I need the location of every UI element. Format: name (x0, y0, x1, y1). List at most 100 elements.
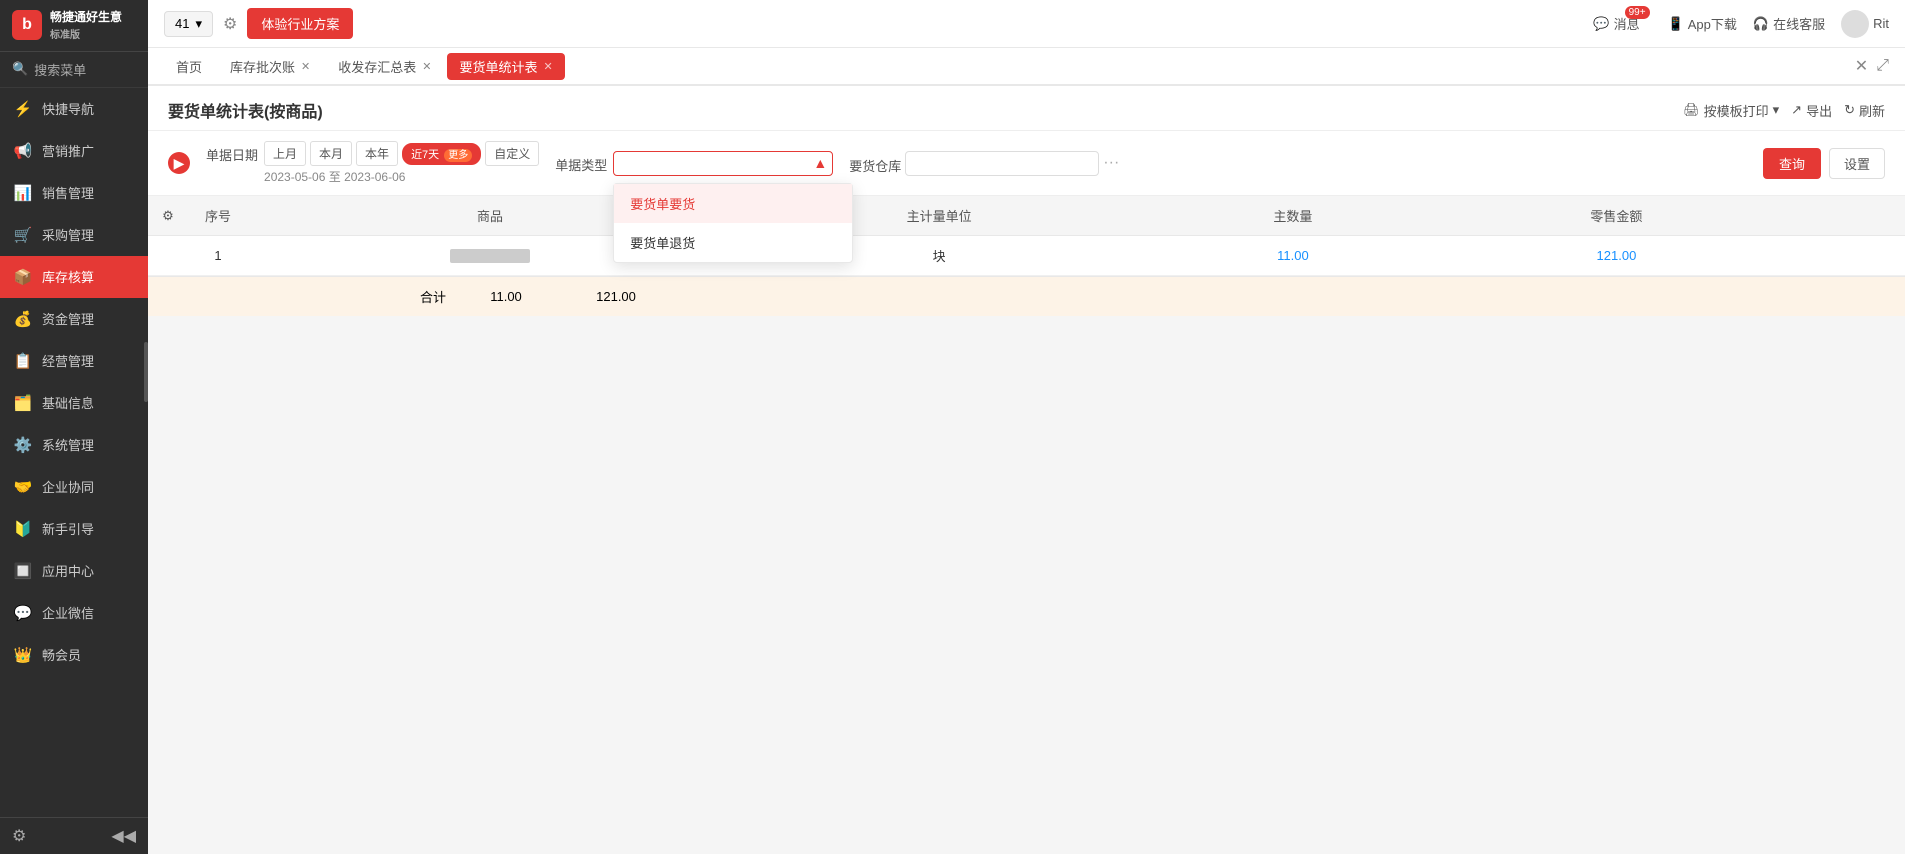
sidebar-icon-basic-info: 🗂️ (12, 392, 34, 414)
refresh-btn[interactable]: ↻ 刷新 (1844, 101, 1885, 120)
tab-receive-summary-close[interactable]: ✕ (422, 60, 431, 73)
sidebar-icon-marketing: 📢 (12, 140, 34, 162)
sidebar-icon-system: ⚙️ (12, 434, 34, 456)
table-body: 1 块 11.00 121.00 (148, 236, 1905, 276)
sidebar-item-app-center[interactable]: 🔲应用中心 (0, 550, 148, 592)
restore-tabs-btn[interactable]: ⤢ (1876, 57, 1889, 75)
print-label: 按模板打印 (1704, 101, 1769, 120)
table-row: 1 块 11.00 121.00 (148, 236, 1905, 276)
tab-inventory-batch-close[interactable]: ✕ (301, 60, 310, 73)
date-btn-last-month[interactable]: 上月 (264, 141, 306, 166)
print-btn[interactable]: 🖨 按模板打印 ▾ (1683, 101, 1779, 120)
close-all-tabs-btn[interactable]: ✕ (1855, 56, 1868, 76)
user-name: Rit (1873, 16, 1889, 31)
company-selector-text: 41 (175, 16, 189, 31)
tabs-actions: ✕ ⤢ (1855, 56, 1889, 76)
sidebar-item-operations[interactable]: 📋 经营管理 (0, 340, 148, 382)
sidebar-icon-purchase: 🛒 (12, 224, 34, 246)
sidebar-item-purchase[interactable]: 🛒 采购管理 (0, 214, 148, 256)
app-download-btn[interactable]: 📱 App下载 (1668, 14, 1737, 33)
sidebar-item-enterprise[interactable]: 🤝 企业协同 (0, 466, 148, 508)
tab-order-stats-close[interactable]: ✕ (544, 60, 553, 73)
trial-btn[interactable]: 体验行业方案 (247, 8, 353, 39)
sidebar-item-finance[interactable]: 💰资金管理 (0, 298, 148, 340)
sidebar-icon-operations: 📋 (12, 350, 34, 372)
sidebar-icon-app-center: 🔲 (12, 560, 34, 582)
date-filter-group: 单据日期 上月 本月 本年 近7天 更多 自定义 2023-05-06 至 20… (206, 141, 539, 185)
sidebar-item-guide[interactable]: 🔰新手引导 (0, 508, 148, 550)
export-icon: ↗ (1791, 102, 1802, 118)
warehouse-filter-label: 要货仓库 (849, 152, 901, 175)
date-btn-this-month[interactable]: 本月 (310, 141, 352, 166)
sidebar-item-member[interactable]: 👑畅会员 (0, 634, 148, 676)
footer-amount: 121.00 (566, 289, 666, 304)
col-header-amount: 零售金额 (1440, 196, 1794, 236)
sidebar-footer: ⚙ ◀◀ (0, 817, 148, 854)
date-btn-recent7[interactable]: 近7天 更多 (402, 143, 481, 165)
expand-filter-btn[interactable]: ▶ (168, 152, 190, 174)
col-header-quantity: 主数量 (1146, 196, 1439, 236)
query-btn[interactable]: 查询 (1763, 148, 1821, 179)
export-label: 导出 (1806, 101, 1832, 120)
topbar-settings-icon[interactable]: ⚙ (223, 14, 237, 34)
filter-actions: 查询 设置 (1763, 148, 1885, 179)
row-quantity: 11.00 (1146, 236, 1439, 276)
warehouse-filter-group: 要货仓库 ··· (849, 151, 1119, 176)
dropdown-item-order-request[interactable]: 要货单要货 (614, 184, 852, 223)
sidebar-item-quick-nav[interactable]: ⚡快捷导航 (0, 88, 148, 130)
sidebar-item-wechat[interactable]: 💬企业微信 (0, 592, 148, 634)
footer-quantity: 11.00 (446, 289, 566, 304)
tab-inventory-batch[interactable]: 库存批次账 ✕ (218, 53, 322, 80)
date-btn-this-year[interactable]: 本年 (356, 141, 398, 166)
messages-btn[interactable]: 💬 消息 99+ (1593, 14, 1639, 33)
tab-order-stats[interactable]: 要货单统计表 ✕ (447, 53, 564, 80)
sidebar-icon-guide: 🔰 (12, 518, 34, 540)
sidebar-item-sales[interactable]: 📊销售管理 (0, 172, 148, 214)
sidebar-icon-enterprise: 🤝 (12, 476, 34, 498)
online-service-btn[interactable]: 🎧 在线客服 (1753, 14, 1825, 33)
online-service-label: 在线客服 (1773, 14, 1825, 33)
topbar: 41 ▾ ⚙ 体验行业方案 💬 消息 99+ 📱 App下载 🎧 在线客服 (148, 0, 1905, 48)
sidebar-search[interactable]: 🔍 搜索菜单 (0, 52, 148, 88)
export-btn[interactable]: ↗ 导出 (1791, 101, 1832, 120)
footer-label-text: 合计 (420, 290, 446, 305)
settings-btn[interactable]: 设置 (1829, 148, 1885, 179)
sidebar-icon-inventory: 📦 (12, 266, 34, 288)
sidebar-label-operations: 经营管理 (42, 351, 94, 370)
row-settings (148, 236, 188, 276)
settings-footer-btn[interactable]: ⚙ (12, 826, 26, 846)
warehouse-more-icon[interactable]: ··· (1103, 154, 1119, 172)
app-title: 畅捷通好生意 (50, 10, 122, 26)
sidebar-label-enterprise: 企业协同 (42, 477, 94, 496)
sidebar-icon-sales: 📊 (12, 182, 34, 204)
page-title: 要货单统计表(按商品) (168, 98, 323, 122)
message-icon: 💬 (1593, 16, 1609, 32)
tab-home[interactable]: 首页 (164, 53, 214, 80)
sidebar-label-member: 畅会员 (42, 645, 81, 664)
sidebar-item-basic-info[interactable]: 🗂️基础信息 (0, 382, 148, 424)
table-wrapper: ⚙ 序号 商品 主计量单位 主数量 零售金额 1 (148, 196, 1905, 276)
dropdown-item-order-return[interactable]: 要货单退货 (614, 223, 852, 262)
sidebar-logo: b 畅捷通好生意 标准版 (0, 0, 148, 52)
type-filter-wrapper: ▲ 要货单要货 要货单退货 (613, 151, 833, 176)
col-header-empty (1793, 196, 1905, 236)
sidebar-item-system[interactable]: ⚙️系统管理 (0, 424, 148, 466)
col-header-settings[interactable]: ⚙ (148, 196, 188, 236)
sidebar-label-inventory: 库存核算 (42, 267, 94, 286)
sidebar-item-inventory[interactable]: 📦 库存核算 (0, 256, 148, 298)
service-icon: 🎧 (1753, 16, 1769, 32)
sidebar-label-purchase: 采购管理 (42, 225, 94, 244)
tab-receive-summary[interactable]: 收发存汇总表 ✕ (326, 53, 443, 80)
sidebar-item-marketing[interactable]: 📢 营销推广 (0, 130, 148, 172)
company-selector[interactable]: 41 ▾ (164, 11, 213, 37)
type-filter-input[interactable] (613, 151, 833, 176)
collapse-btn[interactable]: ◀◀ (111, 826, 136, 846)
user-avatar-area[interactable]: Rit (1841, 10, 1889, 38)
warehouse-filter-input[interactable] (905, 151, 1099, 176)
sidebar-label-marketing: 营销推广 (42, 141, 94, 160)
app-download-label: App下载 (1688, 14, 1737, 33)
sidebar-icon-wechat: 💬 (12, 602, 34, 624)
table-footer: 合计 11.00 121.00 (148, 276, 1905, 316)
sidebar-label-quick-nav: 快捷导航 (42, 99, 94, 118)
date-btn-custom[interactable]: 自定义 (485, 141, 539, 166)
